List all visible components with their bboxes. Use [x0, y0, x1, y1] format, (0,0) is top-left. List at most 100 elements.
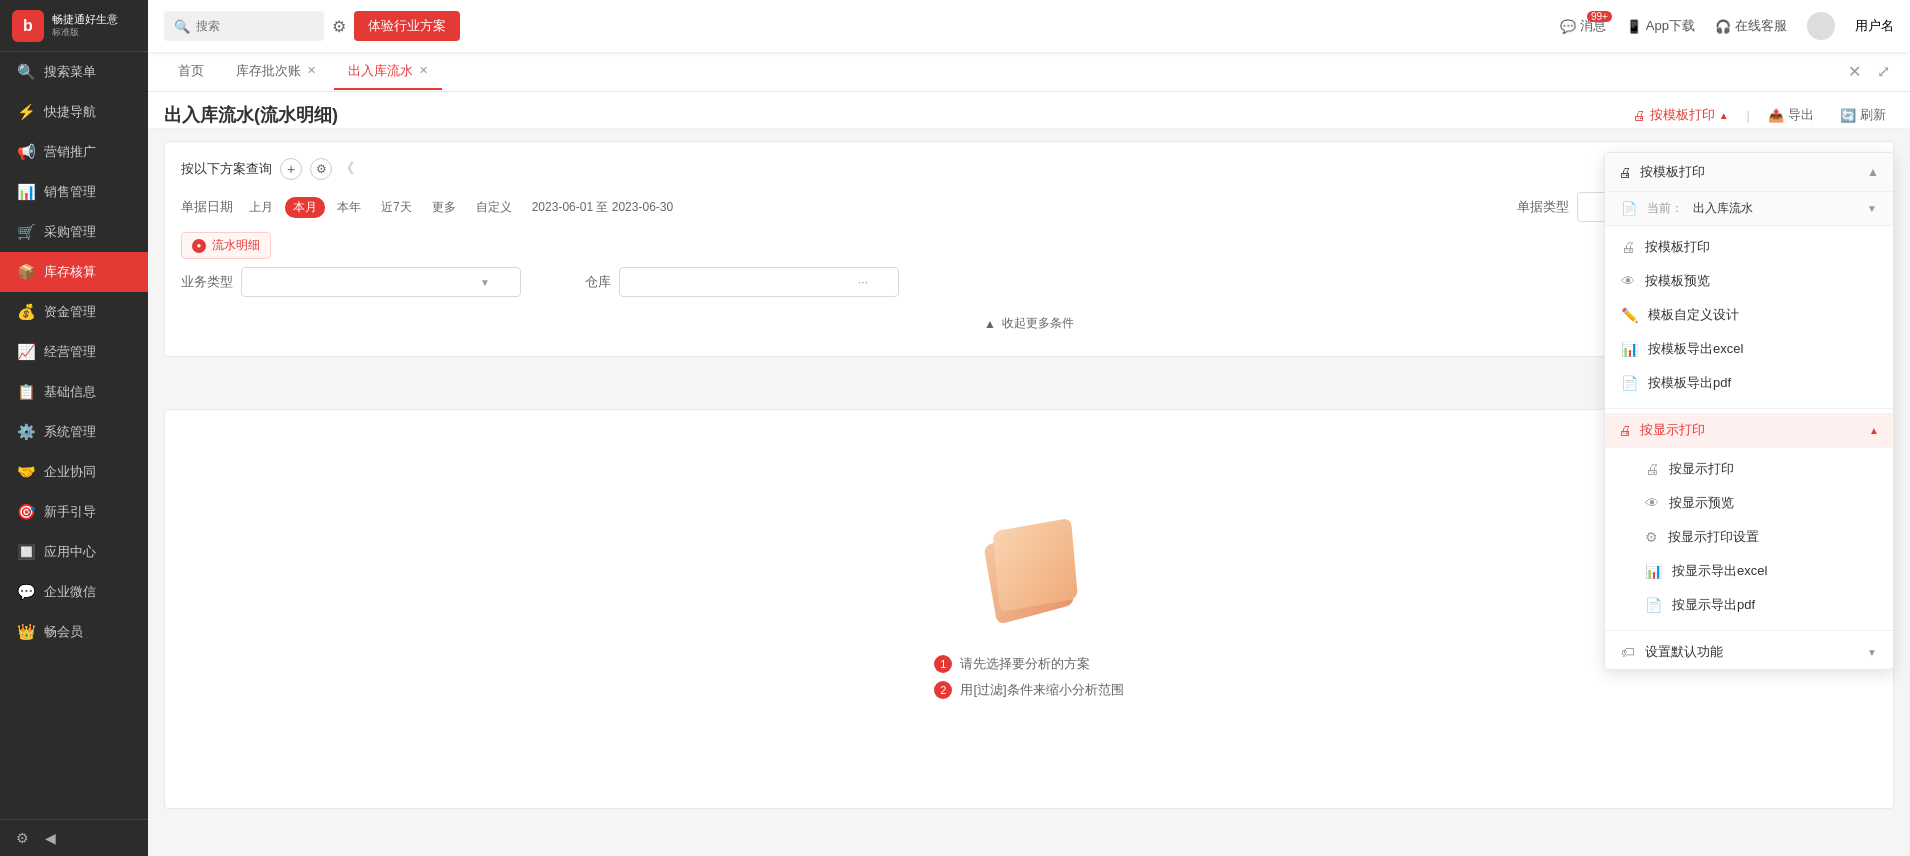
filter-settings-button[interactable]: ⚙: [310, 158, 332, 180]
app-logo-icon: b: [12, 10, 44, 42]
app-download-button[interactable]: 📱 App下载: [1626, 17, 1695, 35]
shortcut-custom[interactable]: 自定义: [468, 197, 520, 218]
warehouse-select[interactable]: ···: [619, 267, 899, 297]
sidebar-item-system[interactable]: ⚙️ 系统管理: [0, 412, 148, 452]
display-print-section: 🖨 按显示打印 👁 按显示预览 ⚙ 按显示打印设置 📊 按显示导出excel 📄…: [1605, 448, 1893, 626]
sidebar-item-member[interactable]: 👑 畅会员: [0, 612, 148, 652]
tabs-bar: 首页 库存批次账 ✕ 出入库流水 ✕ ✕ ⤢: [148, 52, 1910, 92]
print-divider-2: [1605, 630, 1893, 631]
message-button[interactable]: 💬 消息 99+: [1560, 17, 1606, 35]
display-export-pdf-button[interactable]: 📄 按显示导出pdf: [1605, 588, 1893, 622]
tab-home[interactable]: 首页: [164, 54, 218, 90]
template-print-icon: 🖨: [1621, 239, 1635, 255]
page-toolbar: 🖨 按模板打印 ▲ | 📤 导出 🔄 刷新: [1625, 102, 1894, 128]
shortcut-this-year[interactable]: 本年: [329, 197, 369, 218]
refresh-button[interactable]: 🔄 刷新: [1832, 102, 1894, 128]
sidebar-item-purchase[interactable]: 🛒 采购管理: [0, 212, 148, 252]
header-search-box[interactable]: 🔍: [164, 11, 324, 41]
system-icon: ⚙️: [16, 422, 36, 442]
template-print-button[interactable]: 🖨 按模板打印: [1605, 230, 1893, 264]
print-dropdown: 🖨 按模板打印 ▲ 📄 当前： 出入库流水 ▼ 🖨 按模板打印 👁 按模板预览 …: [1604, 152, 1894, 670]
divider: |: [1747, 108, 1750, 123]
search-icon: 🔍: [16, 62, 36, 82]
display-print-settings-button[interactable]: ⚙ 按显示打印设置: [1605, 520, 1893, 554]
template-export-pdf-button[interactable]: 📄 按模板导出pdf: [1605, 366, 1893, 400]
tab-expand-button[interactable]: ⤢: [1873, 58, 1894, 85]
shortcut-7days[interactable]: 近7天: [373, 197, 420, 218]
sidebar-collapse-icon[interactable]: ◀: [45, 830, 56, 846]
template-print-section: 🖨 按模板打印 👁 按模板预览 ✏️ 模板自定义设计 📊 按模板导出excel …: [1605, 226, 1893, 404]
sidebar-item-operations[interactable]: 📈 经营管理: [0, 332, 148, 372]
sidebar-item-inventory[interactable]: 📦 库存核算: [0, 252, 148, 292]
sidebar-item-finance[interactable]: 💰 资金管理: [0, 292, 148, 332]
export-button[interactable]: 📤 导出: [1760, 102, 1822, 128]
sidebar: b 畅捷通好生意 标准版 🔍 搜索菜单 ⚡ 快捷导航 📢 营销推广 📊 销售管理…: [0, 0, 148, 856]
set-default-icon: 🏷: [1621, 644, 1635, 660]
filter-label: 按以下方案查询: [181, 160, 272, 178]
set-default-button[interactable]: 🏷 设置默认功能 ▼: [1605, 635, 1893, 669]
filter-add-button[interactable]: +: [280, 158, 302, 180]
display-print-section-header[interactable]: 🖨 按显示打印 ▲: [1605, 413, 1893, 448]
finance-icon: 💰: [16, 302, 36, 322]
sidebar-bottom: ⚙ ◀: [0, 819, 148, 856]
template-custom-button[interactable]: ✏️ 模板自定义设计: [1605, 298, 1893, 332]
refresh-icon: 🔄: [1840, 108, 1856, 123]
sidebar-item-marketing[interactable]: 📢 营销推广: [0, 132, 148, 172]
display-print-icon: 🖨: [1645, 461, 1659, 477]
sidebar-item-search[interactable]: 🔍 搜索菜单: [0, 52, 148, 92]
empty-cube-graphic: [983, 525, 1074, 625]
template-preview-button[interactable]: 👁 按模板预览: [1605, 264, 1893, 298]
filter-business-type: 业务类型 ▼: [181, 267, 521, 297]
service-icon: 🎧: [1715, 19, 1731, 34]
guide-icon: 🎯: [16, 502, 36, 522]
date-shortcuts: 上月 本月 本年 近7天 更多 自定义: [241, 197, 520, 218]
app-name: 畅捷通好生意 标准版: [52, 12, 118, 39]
tab-batch-account-close[interactable]: ✕: [307, 64, 316, 77]
tab-flow-close[interactable]: ✕: [419, 64, 428, 77]
sidebar-item-app-center[interactable]: 🔲 应用中心: [0, 532, 148, 572]
trial-button[interactable]: 体验行业方案: [354, 11, 460, 41]
sales-icon: 📊: [16, 182, 36, 202]
sidebar-settings-icon[interactable]: ⚙: [16, 830, 29, 846]
operations-icon: 📈: [16, 342, 36, 362]
page-title: 出入库流水(流水明细): [164, 103, 338, 127]
sidebar-logo: b 畅捷通好生意 标准版: [0, 0, 148, 52]
sidebar-item-basic-info[interactable]: 📋 基础信息: [0, 372, 148, 412]
flow-detail-chip[interactable]: ● 流水明细: [181, 232, 271, 259]
display-print-button[interactable]: 🖨 按显示打印: [1605, 452, 1893, 486]
empty-step-1: 1 请先选择要分析的方案: [934, 651, 1123, 677]
tab-actions: ✕ ⤢: [1844, 58, 1894, 85]
online-service-button[interactable]: 🎧 在线客服: [1715, 17, 1787, 35]
chevron-up-icon: ▲: [984, 317, 996, 331]
template-print-button[interactable]: 🖨 按模板打印 ▲: [1625, 102, 1737, 128]
sidebar-item-wechat[interactable]: 💬 企业微信: [0, 572, 148, 612]
tab-batch-account[interactable]: 库存批次账 ✕: [222, 54, 330, 90]
chip-icon: ●: [192, 239, 206, 253]
member-icon: 👑: [16, 622, 36, 642]
user-avatar[interactable]: [1807, 12, 1835, 40]
print-dropdown-header: 🖨 按模板打印 ▲: [1605, 153, 1893, 192]
display-export-excel-button[interactable]: 📊 按显示导出excel: [1605, 554, 1893, 588]
tab-flow[interactable]: 出入库流水 ✕: [334, 54, 442, 90]
dropdown-collapse-icon[interactable]: ▲: [1867, 165, 1879, 179]
filter-collapse-icon[interactable]: 《: [340, 160, 354, 178]
sidebar-item-collab[interactable]: 🤝 企业协同: [0, 452, 148, 492]
shortcut-more[interactable]: 更多: [424, 197, 464, 218]
template-export-excel-button[interactable]: 📊 按模板导出excel: [1605, 332, 1893, 366]
business-type-select[interactable]: ▼: [241, 267, 521, 297]
purchase-icon: 🛒: [16, 222, 36, 242]
gear-icon[interactable]: ⚙: [332, 17, 346, 36]
header: 🔍 ⚙ 体验行业方案 💬 消息 99+ 📱 App下载 🎧 在线客服 用户名: [148, 0, 1910, 52]
display-preview-button[interactable]: 👁 按显示预览: [1605, 486, 1893, 520]
shortcut-last-month[interactable]: 上月: [241, 197, 281, 218]
type-field-label: 单据类型: [1517, 198, 1569, 216]
export-icon: 📤: [1768, 108, 1784, 123]
search-input[interactable]: [196, 19, 314, 33]
sidebar-item-guide[interactable]: 🎯 新手引导: [0, 492, 148, 532]
sidebar-item-quick-nav[interactable]: ⚡ 快捷导航: [0, 92, 148, 132]
shortcut-this-month[interactable]: 本月: [285, 197, 325, 218]
sidebar-item-sales[interactable]: 📊 销售管理: [0, 172, 148, 212]
inventory-icon: 📦: [16, 262, 36, 282]
tab-close-all-button[interactable]: ✕: [1844, 58, 1865, 85]
display-pdf-icon: 📄: [1645, 597, 1662, 613]
